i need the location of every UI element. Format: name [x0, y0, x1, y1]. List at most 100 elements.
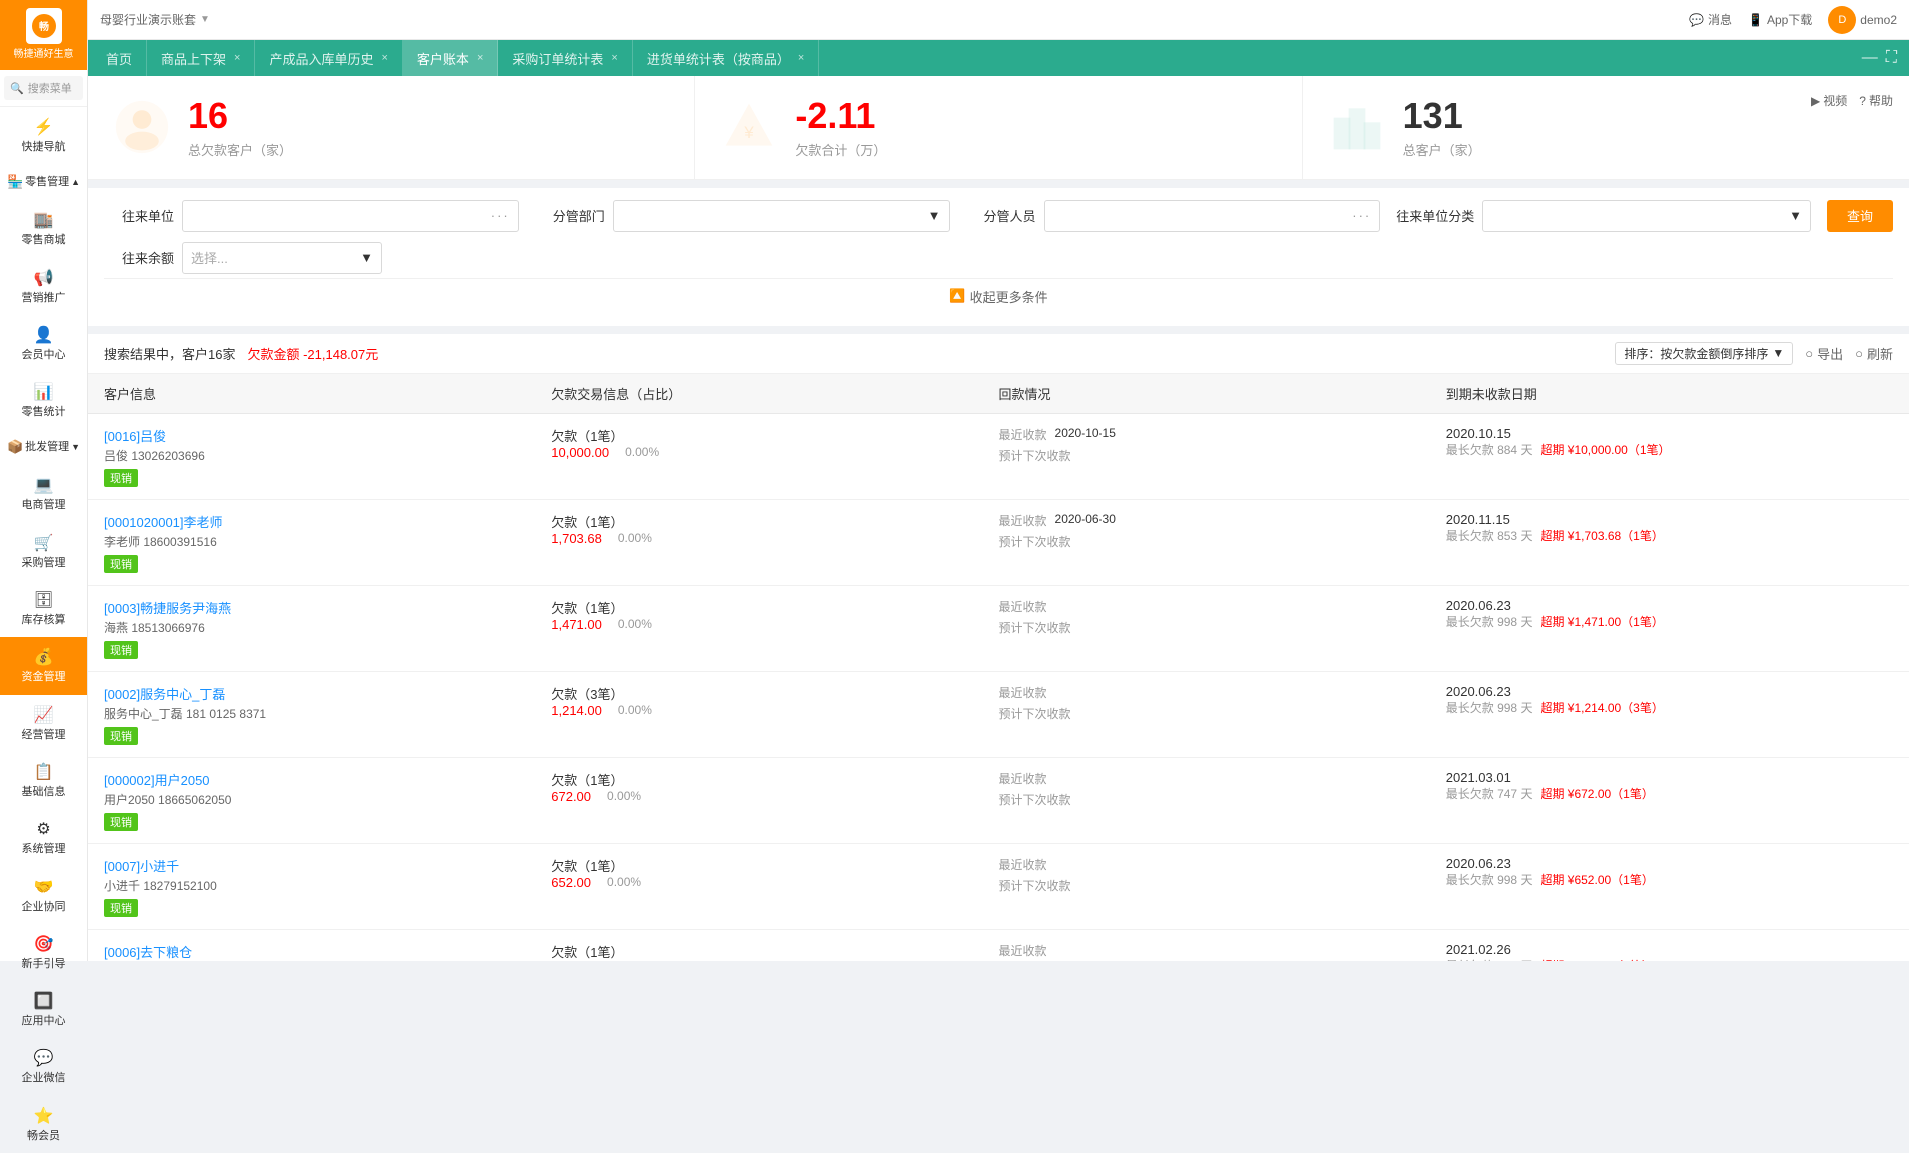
- help-btn[interactable]: ? 帮助: [1859, 92, 1893, 109]
- sidebar-item-batch[interactable]: 📦 批发管理 ▼: [0, 429, 87, 465]
- sidebar-nav: ⚡ 快捷导航 🏪 零售管理 ▲ 🏬 零售商城 📢 营销推广 👤 会员中心 �: [0, 107, 87, 1153]
- sidebar-item-member[interactable]: 👤 会员中心: [0, 315, 87, 372]
- sidebar-item-retail[interactable]: 🏪 零售管理 ▲: [0, 164, 87, 200]
- customer-tag: 现销: [104, 813, 138, 831]
- from-unit-input[interactable]: ···: [182, 200, 519, 232]
- refresh-label: 刷新: [1867, 344, 1893, 363]
- tab-purchase-summary-close[interactable]: ×: [611, 52, 617, 64]
- sidebar-item-ops[interactable]: 📈 经营管理: [0, 695, 87, 752]
- search-button[interactable]: 查询: [1827, 200, 1893, 232]
- debt-amount: 652.00: [551, 875, 591, 890]
- overdue-link[interactable]: 超期 ¥652.00（1笔）: [1540, 871, 1653, 888]
- tabs-minimize-btn[interactable]: —: [1862, 49, 1878, 67]
- balance-select[interactable]: 选择... ▼: [182, 242, 382, 274]
- basic-label: 基础信息: [22, 785, 66, 799]
- company-dropdown-icon[interactable]: ▼: [200, 14, 210, 25]
- overdue-link[interactable]: 超期 ¥1,471.00（1笔）: [1540, 613, 1663, 630]
- debt-customers-number: 16: [188, 96, 292, 136]
- customer-name-link[interactable]: [0006]去下粮仓: [104, 945, 192, 960]
- sidebar-item-newbie[interactable]: 🎯 新手引导: [0, 924, 87, 981]
- sidebar-item-marketing[interactable]: 📢 营销推广: [0, 258, 87, 315]
- tab-purchase-summary[interactable]: 采购订单统计表 ×: [498, 40, 632, 76]
- tab-home[interactable]: 首页: [92, 40, 147, 76]
- tab-customer-account[interactable]: 客户账本 ×: [403, 40, 498, 76]
- filter-row-1: 往来单位 ··· 分管部门 ▼ 分管人员: [104, 200, 1893, 232]
- balance-placeholder: 选择...: [191, 248, 228, 267]
- customer-info-cell: [0006]去下粮仓 陈小希 现销: [104, 942, 551, 961]
- sidebar-item-quick-nav[interactable]: ⚡ 快捷导航: [0, 107, 87, 164]
- app-download-icon: 📱: [1748, 13, 1763, 27]
- company-name: 母婴行业演示账套 ▼: [100, 11, 210, 28]
- overdue-date: 2020.06.23: [1446, 856, 1893, 871]
- overdue-date: 2020.06.23: [1446, 684, 1893, 699]
- customer-name-link[interactable]: [0003]畅捷服务尹海燕: [104, 601, 231, 616]
- user-menu-btn[interactable]: D demo2: [1828, 6, 1897, 34]
- enterprise-icon: 🤝: [34, 877, 54, 897]
- tabs-expand-btn[interactable]: ⛶: [1886, 49, 1897, 67]
- debt-amount: 1,471.00: [551, 617, 602, 632]
- sidebar-item-retail-stat[interactable]: 📊 零售统计: [0, 372, 87, 429]
- tab-products-close[interactable]: ×: [234, 52, 240, 64]
- table-row: [0006]去下粮仓 陈小希 现销 欠款（1笔） 455.90 0.00% 最: [88, 930, 1909, 961]
- overdue-link[interactable]: 超期 ¥1,703.68（1笔）: [1540, 527, 1663, 544]
- customer-name-link[interactable]: [0001020001]李老师: [104, 515, 223, 530]
- search-menu-btn[interactable]: 🔍 搜索菜单: [4, 76, 83, 100]
- sidebar-item-corp-wx[interactable]: 💬 企业微信: [0, 1038, 87, 1095]
- customer-info-cell: [0002]服务中心_丁磊 服务中心_丁磊 181 0125 8371 现销: [104, 684, 551, 745]
- tab-stock-summary[interactable]: 进货单统计表（按商品） ×: [633, 40, 819, 76]
- from-unit-class-select[interactable]: ▼: [1482, 200, 1811, 232]
- branch-dept-select[interactable]: ▼: [613, 200, 950, 232]
- tab-stock-history-label: 产成品入库单历史: [269, 49, 373, 68]
- tab-stock-summary-close[interactable]: ×: [798, 52, 804, 64]
- customer-name-link[interactable]: [0016]吕俊: [104, 429, 166, 444]
- overdue-date: 2021.02.26: [1446, 942, 1893, 957]
- sidebar-item-inventory[interactable]: 🗄 库存核算: [0, 580, 87, 637]
- debt-info-cell: 欠款（1笔） 10,000.00 0.00%: [551, 426, 998, 460]
- filter-branch-person: 分管人员 ···: [966, 200, 1381, 232]
- tab-purchase-summary-label: 采购订单统计表: [512, 49, 603, 68]
- debt-count: 欠款（3笔）: [551, 684, 998, 703]
- sidebar-item-ecom[interactable]: 💻 电商管理: [0, 465, 87, 522]
- refresh-btn[interactable]: ○ 刷新: [1855, 344, 1893, 363]
- sidebar-item-basic[interactable]: 📋 基础信息: [0, 752, 87, 809]
- tab-customer-account-close[interactable]: ×: [477, 52, 483, 64]
- branch-person-dots: ···: [1352, 208, 1371, 223]
- overdue-link[interactable]: 超期 ¥1,214.00（3笔）: [1540, 699, 1663, 716]
- customer-name-link[interactable]: [0002]服务中心_丁磊: [104, 687, 225, 702]
- retail-label: 零售管理: [25, 175, 69, 189]
- app-download-btn[interactable]: 📱 App下载: [1748, 11, 1812, 28]
- sidebar: 畅 畅捷通好生意 🔍 搜索菜单 ⚡ 快捷导航 🏪 零售管理 ▲ 🏬 零售商: [0, 0, 88, 961]
- overdue-link[interactable]: 超期 ¥10,000.00（1笔）: [1540, 441, 1670, 458]
- tab-stock-history[interactable]: 产成品入库单历史 ×: [255, 40, 402, 76]
- customer-name-link[interactable]: [0007]小进千: [104, 859, 179, 874]
- overdue-link[interactable]: 超期 ¥455.90（1笔）: [1540, 957, 1653, 961]
- tab-stock-history-close[interactable]: ×: [381, 52, 387, 64]
- sidebar-item-vip[interactable]: ⭐ 畅会员: [0, 1096, 87, 1153]
- sidebar-item-apps[interactable]: 🔲 应用中心: [0, 981, 87, 1038]
- col-recovery: 回款情况: [999, 384, 1446, 403]
- sidebar-item-retail-store[interactable]: 🏬 零售商城: [0, 200, 87, 257]
- collapse-btn[interactable]: 🔼 收起更多条件: [949, 283, 1047, 310]
- branch-person-input[interactable]: ···: [1044, 200, 1381, 232]
- debt-customers-icon: [112, 97, 172, 157]
- recovery-label: 最近收款: [999, 426, 1047, 443]
- avatar-initial: D: [1838, 14, 1846, 26]
- sidebar-item-enterprise[interactable]: 🤝 企业协同: [0, 867, 87, 924]
- sidebar-item-purchase[interactable]: 🛒 采购管理: [0, 523, 87, 580]
- customer-phone: 李老师 18600391516: [104, 533, 551, 550]
- tab-products[interactable]: 商品上下架 ×: [147, 40, 255, 76]
- recovery-label: 最近收款: [999, 684, 1047, 701]
- sort-select[interactable]: 排序：按欠款金额倒序排序 ▼: [1615, 342, 1793, 365]
- debt-percent: 0.00%: [618, 703, 652, 717]
- overdue-link[interactable]: 超期 ¥672.00（1笔）: [1540, 785, 1653, 802]
- customer-info-cell: [000002]用户2050 用户2050 18665062050 现销: [104, 770, 551, 831]
- tab-customer-account-label: 客户账本: [417, 49, 469, 68]
- overdue-cell: 2021.03.01 最长欠款 747 天 超期 ¥672.00（1笔）: [1446, 770, 1893, 802]
- filter-from-unit-class: 往来单位分类 ▼: [1396, 200, 1811, 232]
- export-btn[interactable]: ○ 导出: [1805, 344, 1843, 363]
- video-btn[interactable]: ▶ 视频: [1811, 92, 1847, 109]
- message-btn[interactable]: 💬 消息: [1689, 11, 1732, 28]
- sidebar-item-system[interactable]: ⚙ 系统管理: [0, 809, 87, 866]
- customer-name-link[interactable]: [000002]用户2050: [104, 773, 210, 788]
- sidebar-item-capital[interactable]: 💰 资金管理: [0, 637, 87, 694]
